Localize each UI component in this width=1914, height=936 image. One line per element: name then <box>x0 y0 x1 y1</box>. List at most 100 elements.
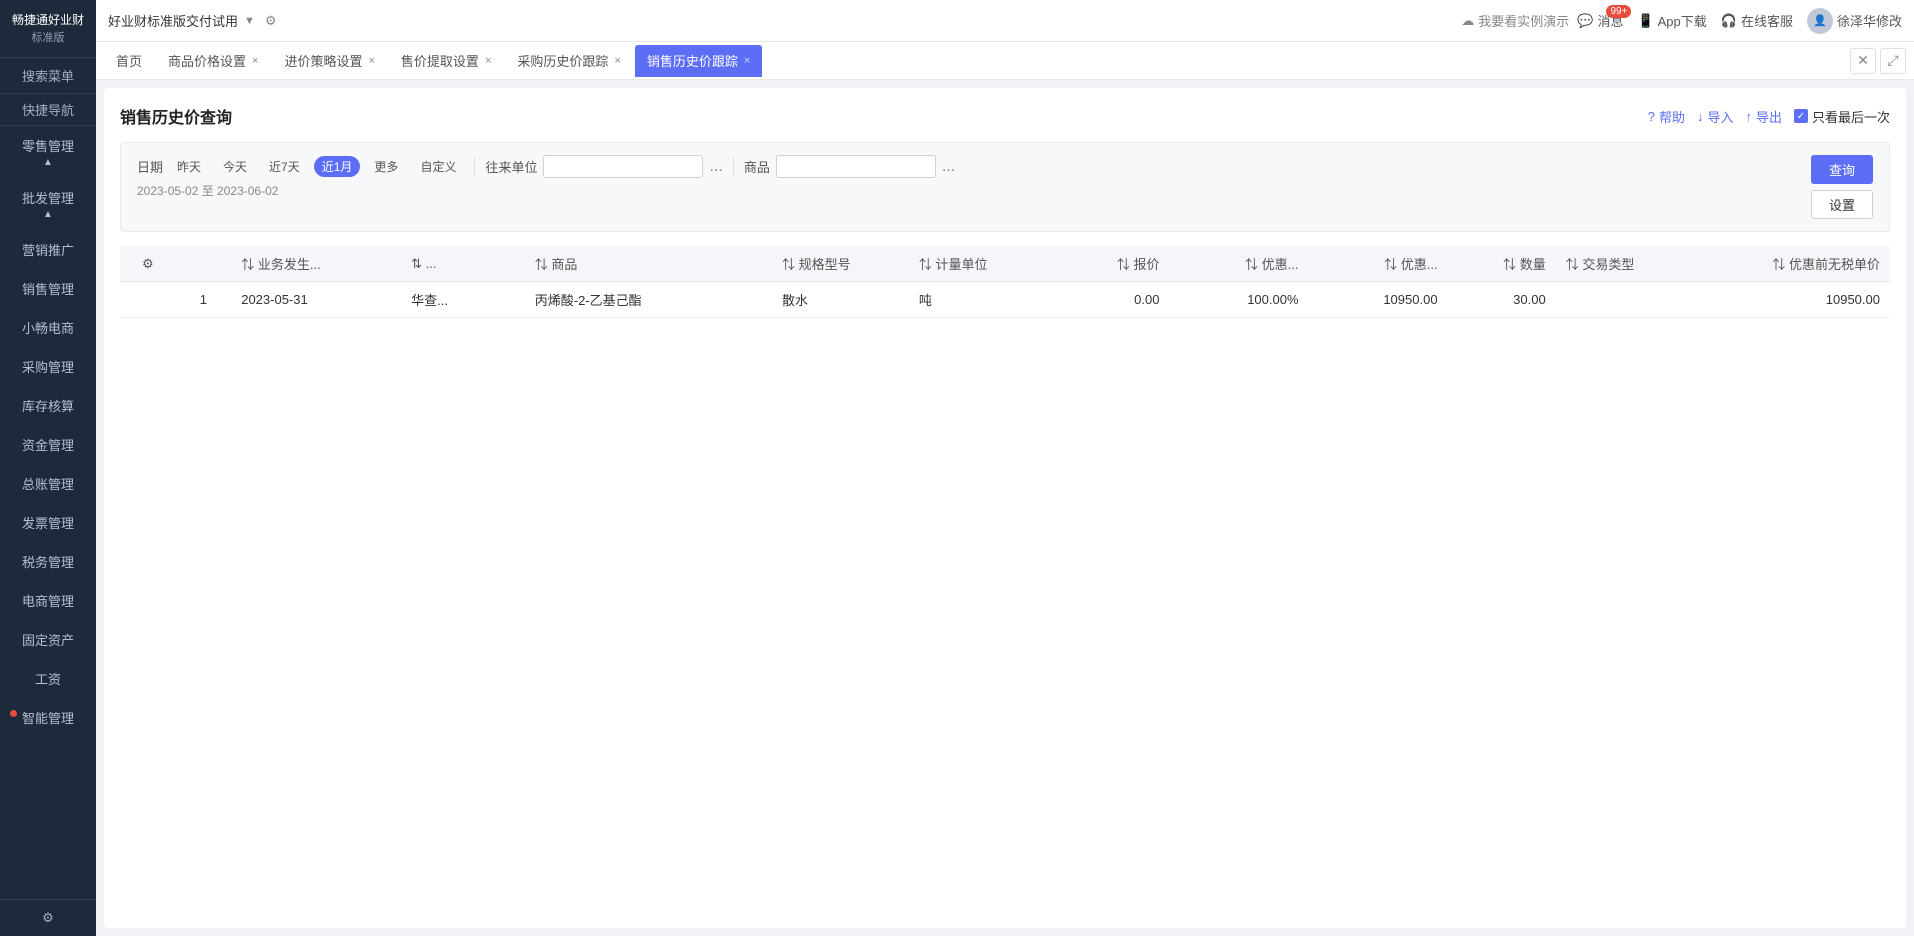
col-qty[interactable]: ⇅ 数量 <box>1448 246 1556 282</box>
sidebar-item-ecommerce-small[interactable]: 小畅电商 <box>0 308 96 347</box>
from-company-dots[interactable]: ... <box>709 158 722 176</box>
tab-purchase-history[interactable]: 采购历史价跟踪 × <box>505 45 632 77</box>
col-discount2[interactable]: ⇅ 优惠... <box>1309 246 1448 282</box>
date-btn-custom[interactable]: 自定义 <box>412 156 464 177</box>
question-icon: ? <box>1648 109 1655 124</box>
tab-label: 采购历史价跟踪 <box>517 51 608 70</box>
import-button[interactable]: ↓ 导入 <box>1697 107 1734 126</box>
app-download-label: App下载 <box>1658 11 1707 30</box>
date-btn-more[interactable]: 更多 <box>366 156 406 177</box>
checkbox-icon: ✓ <box>1794 109 1808 123</box>
sidebar-settings[interactable]: ⚙ <box>0 899 96 936</box>
sidebar-item-retail[interactable]: 零售管理 ▲ <box>0 126 96 178</box>
tab-sale-history[interactable]: 销售历史价跟踪 × <box>635 45 762 77</box>
close-icon[interactable]: × <box>614 55 620 67</box>
tab-home[interactable]: 首页 <box>104 45 154 77</box>
sidebar-item-purchase[interactable]: 采购管理 <box>0 347 96 386</box>
row-price: 0.00 <box>1046 282 1170 318</box>
page-header-actions: ? 帮助 ↓ 导入 ↑ 导出 ✓ 只看最后一次 <box>1648 107 1890 126</box>
col-label: 优惠... <box>1262 257 1299 272</box>
col-date[interactable]: ⇅ 业务发生... <box>231 246 401 282</box>
close-icon[interactable]: × <box>485 55 491 67</box>
sidebar-item-salary[interactable]: 工资 <box>0 659 96 698</box>
close-icon[interactable]: × <box>368 55 374 67</box>
notification-dot <box>10 710 17 717</box>
logo-title: 畅捷通好业财 <box>8 12 88 29</box>
export-icon: ↑ <box>1745 109 1752 124</box>
col-unit[interactable]: ⇅ 计量单位 <box>909 246 1046 282</box>
sidebar-item-invoice[interactable]: 发票管理 <box>0 503 96 542</box>
demo-label: 我要看实例演示 <box>1478 11 1569 30</box>
col-price[interactable]: ⇅ 报价 <box>1046 246 1170 282</box>
export-button[interactable]: ↑ 导出 <box>1745 107 1782 126</box>
col-product[interactable]: ⇅ 商品 <box>525 246 772 282</box>
mobile-icon: 📱 <box>1637 13 1653 29</box>
tab-product-price[interactable]: 商品价格设置 × <box>156 45 270 77</box>
from-company-input[interactable] <box>543 155 703 178</box>
only-last-checkbox[interactable]: ✓ 只看最后一次 <box>1794 107 1890 126</box>
sidebar-search[interactable]: 搜索菜单 <box>0 58 96 94</box>
col-discount1[interactable]: ⇅ 优惠... <box>1169 246 1308 282</box>
date-btn-last1m[interactable]: 近1月 <box>314 156 361 177</box>
dropdown-arrow-icon[interactable]: ▼ <box>244 15 255 27</box>
product-input[interactable] <box>776 155 936 178</box>
row-notax-price: 10950.00 <box>1693 282 1890 318</box>
col-label: 交易类型 <box>1582 257 1634 272</box>
date-btn-today[interactable]: 今天 <box>215 156 255 177</box>
sidebar-quicknav[interactable]: 快捷导航 <box>0 94 96 126</box>
sidebar-item-finance[interactable]: 资金管理 <box>0 425 96 464</box>
col-settings[interactable]: ⚙ <box>120 246 176 282</box>
product-dots[interactable]: ... <box>942 158 955 176</box>
sidebar-item-inventory[interactable]: 库存核算 <box>0 386 96 425</box>
sidebar-item-sales[interactable]: 销售管理 <box>0 269 96 308</box>
maximize-button[interactable]: ⤢ <box>1880 48 1906 74</box>
sidebar-logo: 畅捷通好业财 标准版 <box>0 0 96 58</box>
sort-icon: ⇅ <box>1245 257 1258 272</box>
sidebar-item-smart[interactable]: 智能管理 <box>0 698 96 737</box>
filter-area: 日期 昨天 今天 近7天 近1月 更多 自定义 往来单位 ... 商品 <box>120 142 1890 232</box>
close-icon[interactable]: × <box>744 55 750 67</box>
col-trans-type[interactable]: ⇅ 交易类型 <box>1556 246 1693 282</box>
row-spec: 散水 <box>772 282 909 318</box>
user-menu[interactable]: 👤 徐泽华修改 <box>1807 8 1902 34</box>
date-btn-last7[interactable]: 近7天 <box>261 156 308 177</box>
demo-button[interactable]: ☁ 我要看实例演示 <box>1461 11 1569 30</box>
col-notax-price[interactable]: ⇅ 优惠前无税单价 <box>1693 246 1890 282</box>
sidebar-item-marketing[interactable]: 营销推广 <box>0 230 96 269</box>
row-unit: 吨 <box>909 282 1046 318</box>
product-title-text: 好业财标准版交付试用 <box>108 11 238 30</box>
message-button[interactable]: 💬 消息 99+ <box>1577 11 1623 30</box>
import-icon: ↓ <box>1697 109 1704 124</box>
col-spec[interactable]: ⇅ 规格型号 <box>772 246 909 282</box>
online-service-button[interactable]: 🎧 在线客服 <box>1721 11 1793 30</box>
col-more[interactable]: ⇅ ... <box>401 246 525 282</box>
sidebar-item-wholesale[interactable]: 批发管理 ▲ <box>0 178 96 230</box>
results-table: ⚙ ⇅ 业务发生... ⇅ ... ⇅ 商品 <box>120 246 1890 318</box>
app-download-button[interactable]: 📱 App下载 <box>1637 11 1706 30</box>
topbar-right: 💬 消息 99+ 📱 App下载 🎧 在线客服 👤 徐泽华修改 <box>1577 8 1902 34</box>
row-product: 丙烯酸-2-乙基己酯 <box>525 282 772 318</box>
page-content: 销售历史价查询 ? 帮助 ↓ 导入 ↑ 导出 ✓ 只看最后一次 <box>104 88 1906 928</box>
tab-label: 首页 <box>116 51 142 70</box>
sidebar-item-label: 税务管理 <box>22 552 74 571</box>
sidebar-item-fixed-assets[interactable]: 固定资产 <box>0 620 96 659</box>
help-button[interactable]: ? 帮助 <box>1648 107 1685 126</box>
sidebar-item-ecommerce[interactable]: 电商管理 <box>0 581 96 620</box>
tab-sale-extract[interactable]: 售价提取设置 × <box>389 45 503 77</box>
filter-settings-button[interactable]: 设置 <box>1811 190 1873 219</box>
close-icon[interactable]: × <box>252 55 258 67</box>
date-btn-yesterday[interactable]: 昨天 <box>169 156 209 177</box>
sidebar-item-tax[interactable]: 税务管理 <box>0 542 96 581</box>
gear-icon[interactable]: ⚙ <box>265 13 277 29</box>
date-filter-label: 日期 <box>137 157 163 176</box>
close-tab-button[interactable]: ✕ <box>1850 48 1876 74</box>
topbar-product-title: 好业财标准版交付试用 ▼ ⚙ <box>108 11 1453 30</box>
filter-actions: 查询 设置 <box>1811 155 1873 219</box>
col-label: ... <box>426 256 437 271</box>
row-date: 2023-05-31 <box>231 282 401 318</box>
sidebar-item-ledger[interactable]: 总账管理 <box>0 464 96 503</box>
avatar: 👤 <box>1807 8 1833 34</box>
query-button[interactable]: 查询 <box>1811 155 1873 184</box>
online-service-label: 在线客服 <box>1741 11 1793 30</box>
tab-purchase-strategy[interactable]: 进价策略设置 × <box>272 45 386 77</box>
